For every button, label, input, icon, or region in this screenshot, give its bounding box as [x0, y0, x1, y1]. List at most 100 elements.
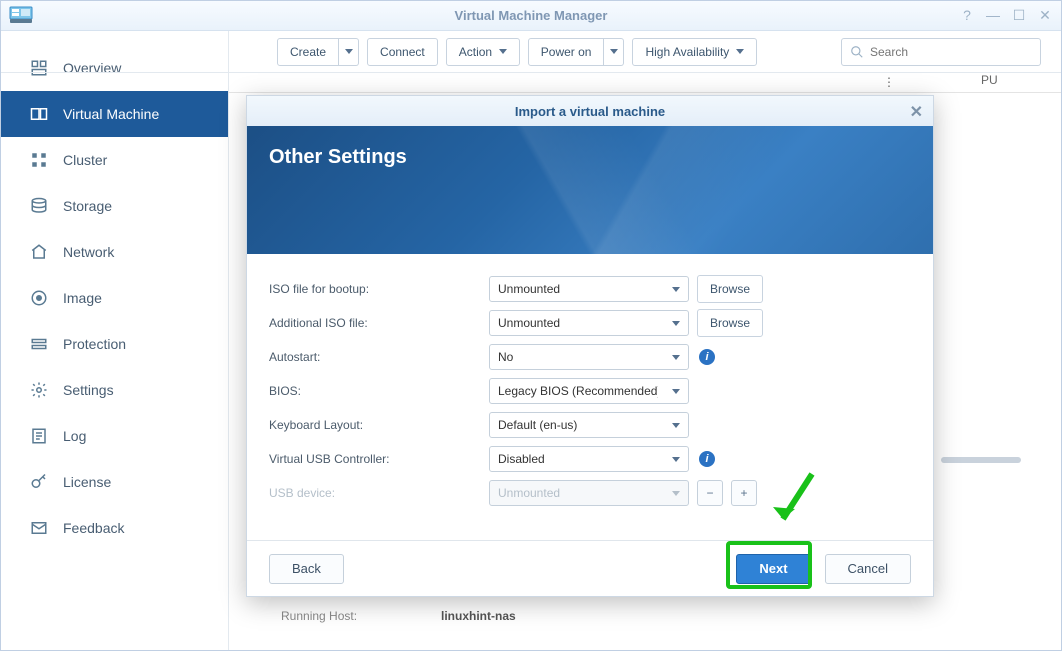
- select-iso-boot[interactable]: Unmounted: [489, 276, 689, 302]
- row-autostart: Autostart: No i: [269, 340, 911, 374]
- chevron-down-icon: [610, 49, 618, 54]
- dialog-footer: Back Next Cancel: [247, 540, 933, 596]
- sidebar-item-label: Image: [63, 290, 102, 306]
- power-split[interactable]: Power on: [528, 38, 625, 66]
- cluster-icon: [29, 150, 49, 170]
- sidebar-item-label: Protection: [63, 336, 126, 352]
- col: [429, 73, 589, 92]
- titlebar: Virtual Machine Manager ? — ☐ ✕: [1, 1, 1061, 31]
- col: [589, 73, 749, 92]
- settings-icon: [29, 380, 49, 400]
- app-window: Virtual Machine Manager ? — ☐ ✕ Overview…: [0, 0, 1062, 651]
- select-value: Unmounted: [498, 282, 560, 296]
- dialog-close-icon[interactable]: ✕: [910, 102, 923, 122]
- license-icon: [29, 472, 49, 492]
- label-autostart: Autostart:: [269, 350, 489, 364]
- row-usb-device: USB device: Unmounted − +: [269, 476, 911, 510]
- search-input[interactable]: [864, 45, 1032, 59]
- row-iso-boot: ISO file for bootup: Unmounted Browse: [269, 272, 911, 306]
- sidebar: Overview Virtual Machine Cluster Storage…: [1, 31, 229, 650]
- chevron-down-icon: [672, 287, 680, 292]
- table-header: PU ⋮: [229, 73, 1061, 93]
- chevron-down-icon: [672, 389, 680, 394]
- ha-label: High Availability: [645, 45, 729, 59]
- row-bios: BIOS: Legacy BIOS (Recommended): [269, 374, 911, 408]
- sidebar-item-label: Settings: [63, 382, 114, 398]
- sidebar-item-label: License: [63, 474, 111, 490]
- log-icon: [29, 426, 49, 446]
- host-value: linuxhint-nas: [441, 609, 516, 623]
- create-caret[interactable]: [339, 38, 359, 66]
- app-icon: [9, 6, 33, 24]
- label-usb-device: USB device:: [269, 486, 489, 500]
- sidebar-item-label: Log: [63, 428, 86, 444]
- select-usb-device: Unmounted: [489, 480, 689, 506]
- power-caret[interactable]: [604, 38, 624, 66]
- sidebar-item-label: Feedback: [63, 520, 124, 536]
- sidebar-item-image[interactable]: Image: [1, 275, 228, 321]
- row-keyboard: Keyboard Layout: Default (en-us): [269, 408, 911, 442]
- label-bios: BIOS:: [269, 384, 489, 398]
- select-value: Unmounted: [498, 486, 560, 500]
- chevron-down-icon: [672, 457, 680, 462]
- sidebar-item-license[interactable]: License: [1, 459, 228, 505]
- create-split[interactable]: Create: [277, 38, 359, 66]
- sidebar-item-storage[interactable]: Storage: [1, 183, 228, 229]
- ha-button[interactable]: High Availability: [632, 38, 757, 66]
- sidebar-item-log[interactable]: Log: [1, 413, 228, 459]
- sidebar-item-settings[interactable]: Settings: [1, 367, 228, 413]
- cancel-button[interactable]: Cancel: [825, 554, 911, 584]
- window-title: Virtual Machine Manager: [455, 8, 608, 23]
- select-keyboard[interactable]: Default (en-us): [489, 412, 689, 438]
- host-label: Running Host:: [281, 609, 441, 623]
- protection-icon: [29, 334, 49, 354]
- row-usb-controller: Virtual USB Controller: Disabled i: [269, 442, 911, 476]
- chevron-down-icon: [672, 355, 680, 360]
- scrollbar[interactable]: [941, 457, 1021, 463]
- label-iso-add: Additional ISO file:: [269, 316, 489, 330]
- browse-iso-boot[interactable]: Browse: [697, 275, 763, 303]
- select-iso-add[interactable]: Unmounted: [489, 310, 689, 336]
- chevron-down-icon: [345, 49, 353, 54]
- browse-iso-add[interactable]: Browse: [697, 309, 763, 337]
- close-icon[interactable]: ✕: [1037, 7, 1053, 23]
- create-button[interactable]: Create: [277, 38, 339, 66]
- select-bios[interactable]: Legacy BIOS (Recommended): [489, 378, 689, 404]
- sidebar-item-network[interactable]: Network: [1, 229, 228, 275]
- chevron-down-icon: [672, 423, 680, 428]
- col: [269, 73, 429, 92]
- action-button[interactable]: Action: [446, 38, 520, 66]
- label-usb-controller: Virtual USB Controller:: [269, 452, 489, 466]
- power-button[interactable]: Power on: [528, 38, 605, 66]
- sidebar-item-label: Storage: [63, 198, 112, 214]
- select-value: Legacy BIOS (Recommended): [498, 384, 658, 398]
- sidebar-item-label: Virtual Machine: [63, 106, 159, 122]
- select-autostart[interactable]: No: [489, 344, 689, 370]
- chevron-down-icon: [499, 49, 507, 54]
- chevron-down-icon: [736, 49, 744, 54]
- dialog-heading: Other Settings: [247, 126, 933, 169]
- toolbar: Create Connect Action Power on High Avai…: [1, 31, 1061, 73]
- search-icon: [850, 45, 864, 59]
- sidebar-item-cluster[interactable]: Cluster: [1, 137, 228, 183]
- search-box[interactable]: [841, 38, 1041, 66]
- info-icon[interactable]: i: [699, 349, 715, 365]
- connect-button[interactable]: Connect: [367, 38, 438, 66]
- row-iso-add: Additional ISO file: Unmounted Browse: [269, 306, 911, 340]
- select-value: Unmounted: [498, 316, 560, 330]
- dialog-banner: Other Settings: [247, 126, 933, 254]
- sidebar-item-protection[interactable]: Protection: [1, 321, 228, 367]
- sidebar-item-virtual-machine[interactable]: Virtual Machine: [1, 91, 228, 137]
- select-usb-controller[interactable]: Disabled: [489, 446, 689, 472]
- help-icon[interactable]: ?: [959, 7, 975, 23]
- maximize-icon[interactable]: ☐: [1011, 7, 1027, 23]
- remove-usb-button: −: [697, 480, 723, 506]
- back-button[interactable]: Back: [269, 554, 344, 584]
- table-menu-icon[interactable]: ⋮: [883, 75, 1043, 89]
- info-icon[interactable]: i: [699, 451, 715, 467]
- minimize-icon[interactable]: —: [985, 7, 1001, 23]
- network-icon: [29, 242, 49, 262]
- sidebar-item-feedback[interactable]: Feedback: [1, 505, 228, 551]
- select-value: Disabled: [498, 452, 545, 466]
- next-button[interactable]: Next: [736, 554, 810, 584]
